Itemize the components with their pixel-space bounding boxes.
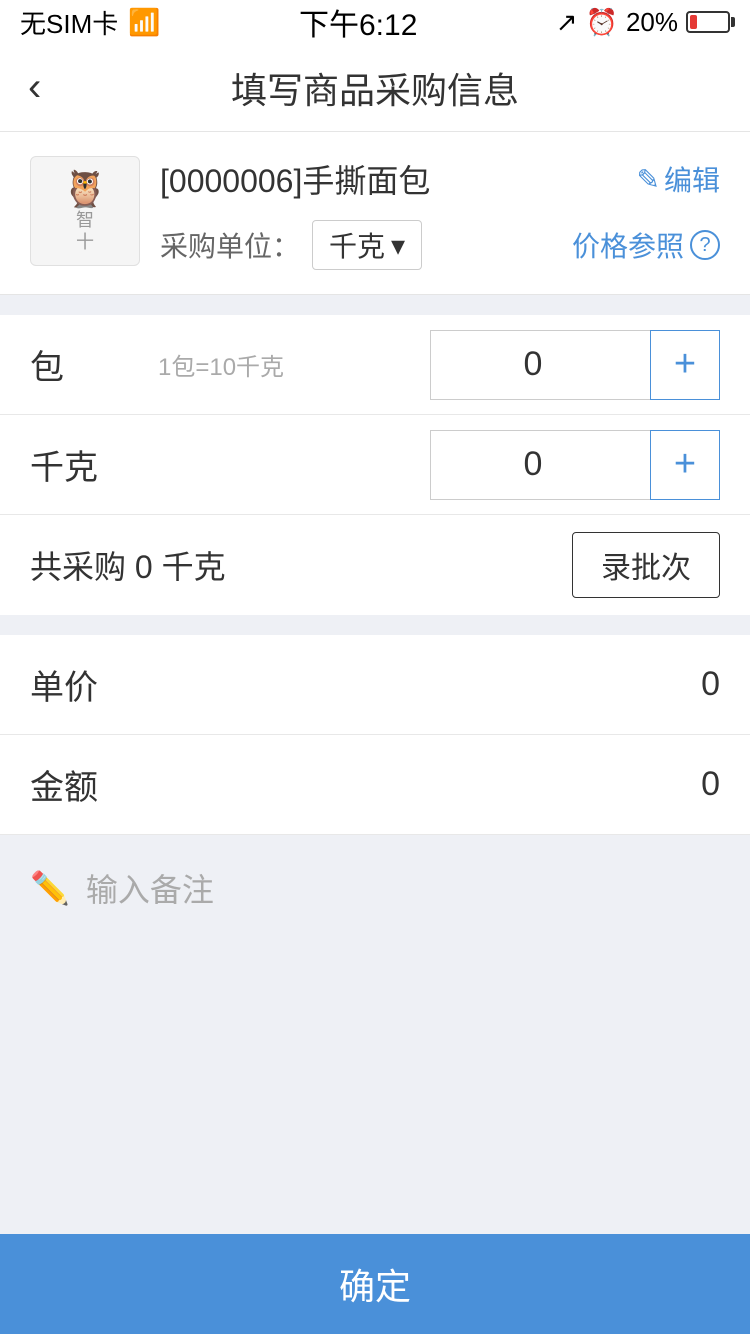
section-divider-1: [0, 295, 750, 315]
summary-row: 共采购 0 千克 录批次: [0, 515, 750, 615]
package-input-right: +: [430, 330, 720, 400]
summary-text: 共采购 0 千克: [30, 542, 226, 588]
help-icon: ?: [690, 230, 720, 260]
purchase-unit-label: 采购单位：: [160, 225, 300, 265]
kg-input[interactable]: [430, 430, 650, 500]
package-input-row: 包 1包=10千克 +: [0, 315, 750, 415]
dropdown-arrow-icon: ▾: [391, 229, 405, 262]
note-section[interactable]: ✏️ 输入备注: [0, 835, 750, 941]
kg-input-right: +: [430, 430, 720, 500]
nav-bar: ‹ 填写商品采购信息: [0, 44, 750, 132]
info-section: 单价 0 金额 0: [0, 635, 750, 835]
status-time: 下午6:12: [299, 0, 417, 44]
status-right: ↗ ⏰ 20%: [556, 7, 730, 38]
status-bar: 无SIM卡 📶 下午6:12 ↗ ⏰ 20%: [0, 0, 750, 44]
batch-button[interactable]: 录批次: [572, 532, 720, 598]
amount-label: 金额: [30, 760, 98, 809]
bottom-area: [0, 941, 750, 1241]
price-ref-button[interactable]: 价格参照 ?: [572, 225, 720, 265]
pencil-icon: ✏️: [30, 869, 70, 907]
product-logo-icon: 🦉: [63, 168, 108, 210]
confirm-button[interactable]: 确定: [0, 1234, 750, 1334]
kg-plus-button[interactable]: +: [650, 430, 720, 500]
price-ref-label: 价格参照: [572, 225, 684, 265]
package-sub-label: 1包=10千克: [158, 347, 284, 382]
page-title: 填写商品采购信息: [231, 62, 519, 114]
note-placeholder: 输入备注: [86, 865, 214, 911]
product-name: [0000006]手撕面包: [160, 156, 430, 202]
amount-value: 0: [701, 765, 720, 804]
unit-price-row: 单价 0: [0, 635, 750, 735]
product-card: 🦉 智 十 [0000006]手撕面包 ✎ 编辑 采购单位： 千克 ▾ 价格参照: [0, 132, 750, 295]
purchase-unit-row: 采购单位： 千克 ▾ 价格参照 ?: [160, 220, 720, 270]
battery-fill: [690, 15, 697, 29]
unit-price-value: 0: [701, 665, 720, 704]
location-icon: ↗: [556, 7, 578, 38]
edit-button[interactable]: ✎ 编辑: [637, 159, 720, 199]
edit-icon: ✎: [637, 163, 660, 196]
amount-row: 金额 0: [0, 735, 750, 835]
unit-price-label: 单价: [30, 660, 98, 709]
unit-dropdown[interactable]: 千克 ▾: [312, 220, 422, 270]
package-label: 包: [30, 340, 150, 389]
wifi-icon: 📶: [128, 7, 160, 38]
unit-value: 千克: [329, 225, 385, 265]
battery-percent: 20%: [626, 7, 678, 38]
section-divider-2: [0, 615, 750, 635]
product-name-row: [0000006]手撕面包 ✎ 编辑: [160, 156, 720, 202]
kg-input-row: 千克 +: [0, 415, 750, 515]
purchase-unit-left: 采购单位： 千克 ▾: [160, 220, 422, 270]
status-left: 无SIM卡 📶: [20, 4, 161, 41]
back-button[interactable]: ‹: [28, 65, 41, 110]
package-input[interactable]: [430, 330, 650, 400]
alarm-icon: ⏰: [586, 7, 618, 38]
kg-label: 千克: [30, 440, 150, 489]
carrier-label: 无SIM卡: [20, 4, 118, 41]
input-section: 包 1包=10千克 + 千克 + 共采购 0 千克 录批次: [0, 315, 750, 615]
battery-icon: [686, 11, 730, 33]
product-info: [0000006]手撕面包 ✎ 编辑 采购单位： 千克 ▾ 价格参照 ?: [160, 156, 720, 270]
product-logo-text: 智 十: [76, 210, 94, 253]
package-plus-button[interactable]: +: [650, 330, 720, 400]
product-image: 🦉 智 十: [30, 156, 140, 266]
